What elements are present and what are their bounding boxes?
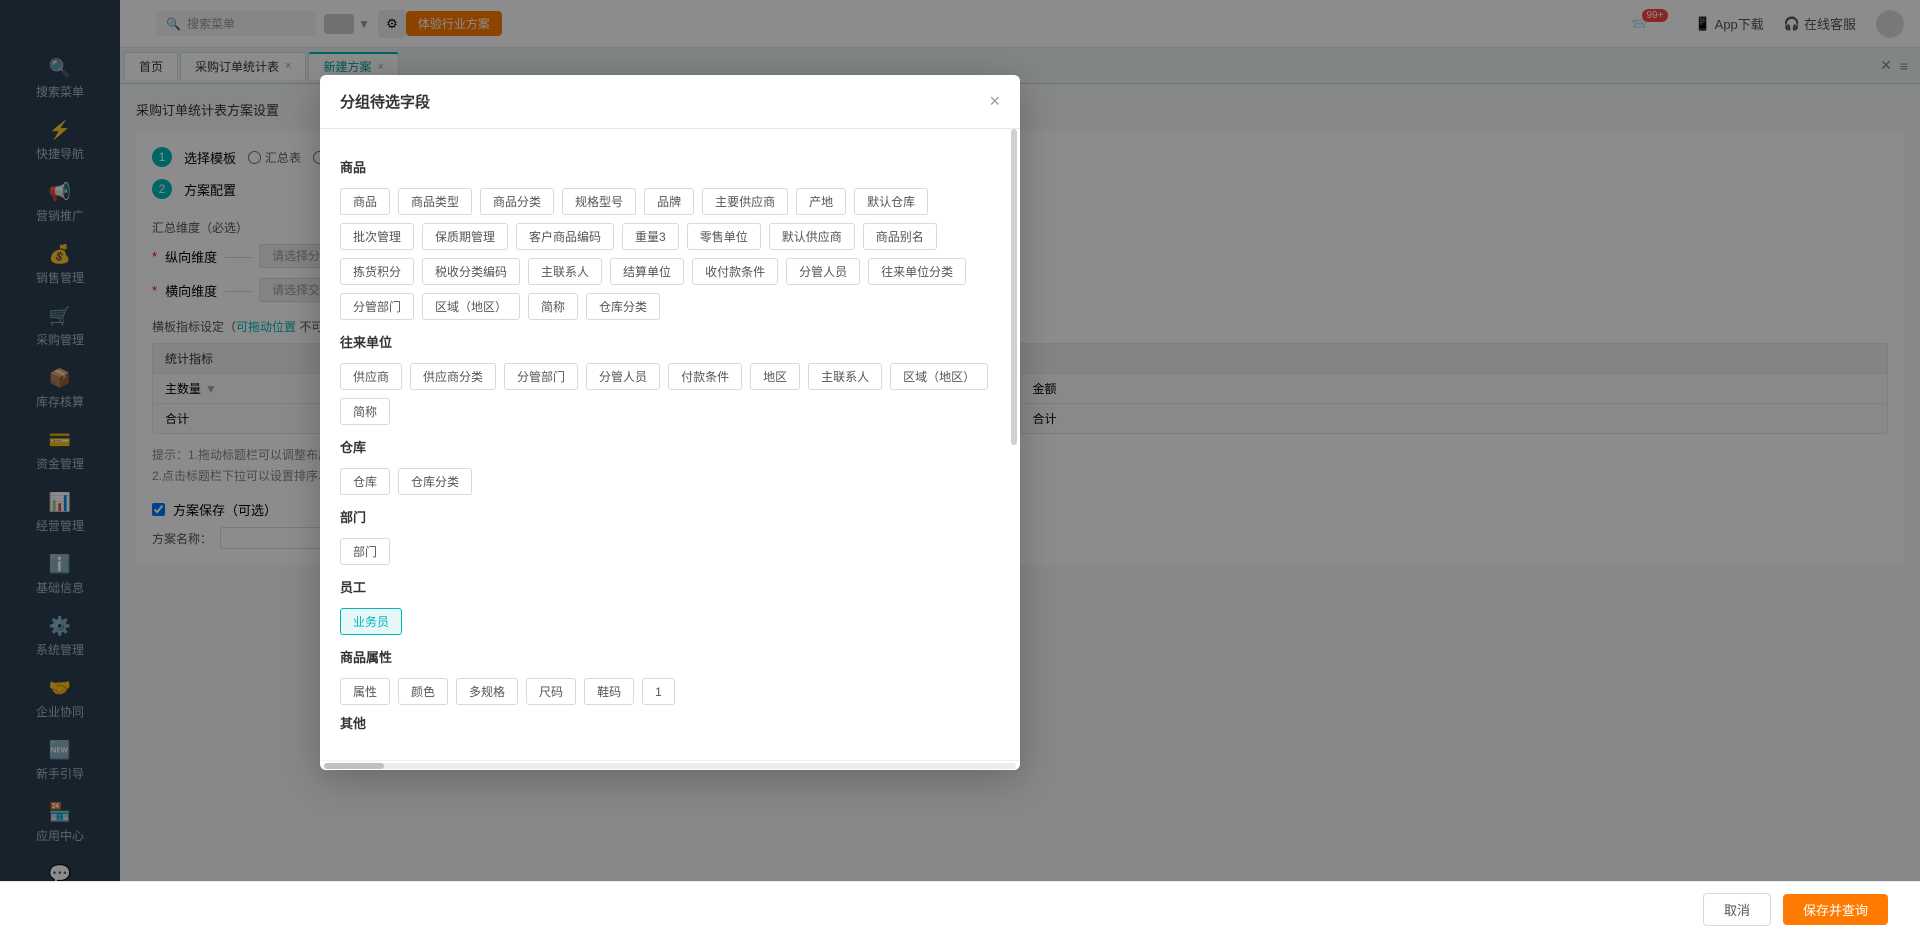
tag-weight3[interactable]: 重量3 (622, 223, 679, 250)
section-title-product: 商品 (340, 157, 1000, 178)
tag-short-name-product[interactable]: 简称 (528, 293, 578, 320)
tag-person[interactable]: 分管人员 (586, 363, 660, 390)
partner-tags: 供应商 供应商分类 分管部门 分管人员 付款条件 地区 主联系人 区域（地区） … (340, 363, 1000, 425)
section-title-employee: 员工 (340, 577, 1000, 598)
hscroll-track (324, 763, 1016, 769)
scrollbar-track[interactable] (1010, 129, 1018, 760)
tag-main-contact-partner[interactable]: 主联系人 (808, 363, 882, 390)
tag-multi-spec[interactable]: 多规格 (456, 678, 518, 705)
tag-attribute[interactable]: 属性 (340, 678, 390, 705)
section-title-dept: 部门 (340, 507, 1000, 528)
modal-field-select: 分组待选字段 × 商品 商品 商品类型 商品分类 规格型号 品牌 主要供应商 产… (320, 75, 1020, 770)
tag-pick-points[interactable]: 拣货积分 (340, 258, 414, 285)
tag-dept[interactable]: 分管部门 (504, 363, 578, 390)
tag-department[interactable]: 部门 (340, 538, 390, 565)
product-tags: 商品 商品类型 商品分类 规格型号 品牌 主要供应商 产地 默认仓库 批次管理 … (340, 188, 1000, 320)
tag-customer-sku[interactable]: 客户商品编码 (516, 223, 614, 250)
tag-related-category[interactable]: 往来单位分类 (868, 258, 966, 285)
tag-shoe-size[interactable]: 鞋码 (584, 678, 634, 705)
tag-payment-terms[interactable]: 付款条件 (668, 363, 742, 390)
tag-one[interactable]: 1 (642, 678, 675, 705)
tag-dept-in-charge[interactable]: 分管部门 (340, 293, 414, 320)
hscroll-thumb[interactable] (324, 763, 384, 769)
save-button[interactable]: 保存并查询 (1783, 894, 1888, 925)
tag-batch-mgmt[interactable]: 批次管理 (340, 223, 414, 250)
tag-area[interactable]: 地区 (750, 363, 800, 390)
section-title-more: 其他 (340, 713, 1000, 734)
cancel-button[interactable]: 取消 (1703, 893, 1771, 926)
tag-warehouse-category[interactable]: 仓库分类 (398, 468, 472, 495)
modal-body[interactable]: 商品 商品 商品类型 商品分类 规格型号 品牌 主要供应商 产地 默认仓库 批次… (320, 129, 1020, 760)
section-title-product-attr: 商品属性 (340, 647, 1000, 668)
scrollbar-thumb[interactable] (1011, 129, 1017, 445)
tag-pay-terms[interactable]: 收付款条件 (692, 258, 778, 285)
employee-tags: 业务员 (340, 608, 1000, 635)
tag-salesperson[interactable]: 业务员 (340, 608, 402, 635)
tag-default-supplier[interactable]: 默认供应商 (769, 223, 855, 250)
tag-origin[interactable]: 产地 (796, 188, 846, 215)
dept-tags: 部门 (340, 538, 1000, 565)
tag-size[interactable]: 尺码 (526, 678, 576, 705)
tag-main-contact[interactable]: 主联系人 (528, 258, 602, 285)
section-title-warehouse: 仓库 (340, 437, 1000, 458)
modal-hscroll[interactable] (320, 760, 1020, 770)
modal-footer: 取消 保存并查询 (0, 881, 1920, 937)
tag-product-category[interactable]: 商品分类 (480, 188, 554, 215)
tag-region-partner[interactable]: 区域（地区） (890, 363, 988, 390)
tag-product-type[interactable]: 商品类型 (398, 188, 472, 215)
modal-title: 分组待选字段 (340, 91, 430, 112)
tag-spec-model[interactable]: 规格型号 (562, 188, 636, 215)
tag-tax-code[interactable]: 税收分类编码 (422, 258, 520, 285)
tag-warehouse[interactable]: 仓库 (340, 468, 390, 495)
tag-main-supplier[interactable]: 主要供应商 (702, 188, 788, 215)
tag-region-product[interactable]: 区域（地区） (422, 293, 520, 320)
tag-supplier-cat[interactable]: 供应商分类 (410, 363, 496, 390)
tag-settle-unit[interactable]: 结算单位 (610, 258, 684, 285)
tag-supplier[interactable]: 供应商 (340, 363, 402, 390)
section-title-partner: 往来单位 (340, 332, 1000, 353)
modal-header: 分组待选字段 × (320, 75, 1020, 129)
modal-close-btn[interactable]: × (989, 91, 1000, 112)
product-attr-tags: 属性 颜色 多规格 尺码 鞋码 1 (340, 678, 1000, 705)
tag-default-warehouse[interactable]: 默认仓库 (854, 188, 928, 215)
tag-supervisor[interactable]: 分管人员 (786, 258, 860, 285)
tag-retail-unit[interactable]: 零售单位 (687, 223, 761, 250)
tag-short-name-partner[interactable]: 简称 (340, 398, 390, 425)
tag-warehouse-cat-product[interactable]: 仓库分类 (586, 293, 660, 320)
tag-brand[interactable]: 品牌 (644, 188, 694, 215)
tag-expiry-mgmt[interactable]: 保质期管理 (422, 223, 508, 250)
tag-product-alias[interactable]: 商品别名 (863, 223, 937, 250)
tag-product[interactable]: 商品 (340, 188, 390, 215)
tag-color[interactable]: 颜色 (398, 678, 448, 705)
warehouse-tags: 仓库 仓库分类 (340, 468, 1000, 495)
